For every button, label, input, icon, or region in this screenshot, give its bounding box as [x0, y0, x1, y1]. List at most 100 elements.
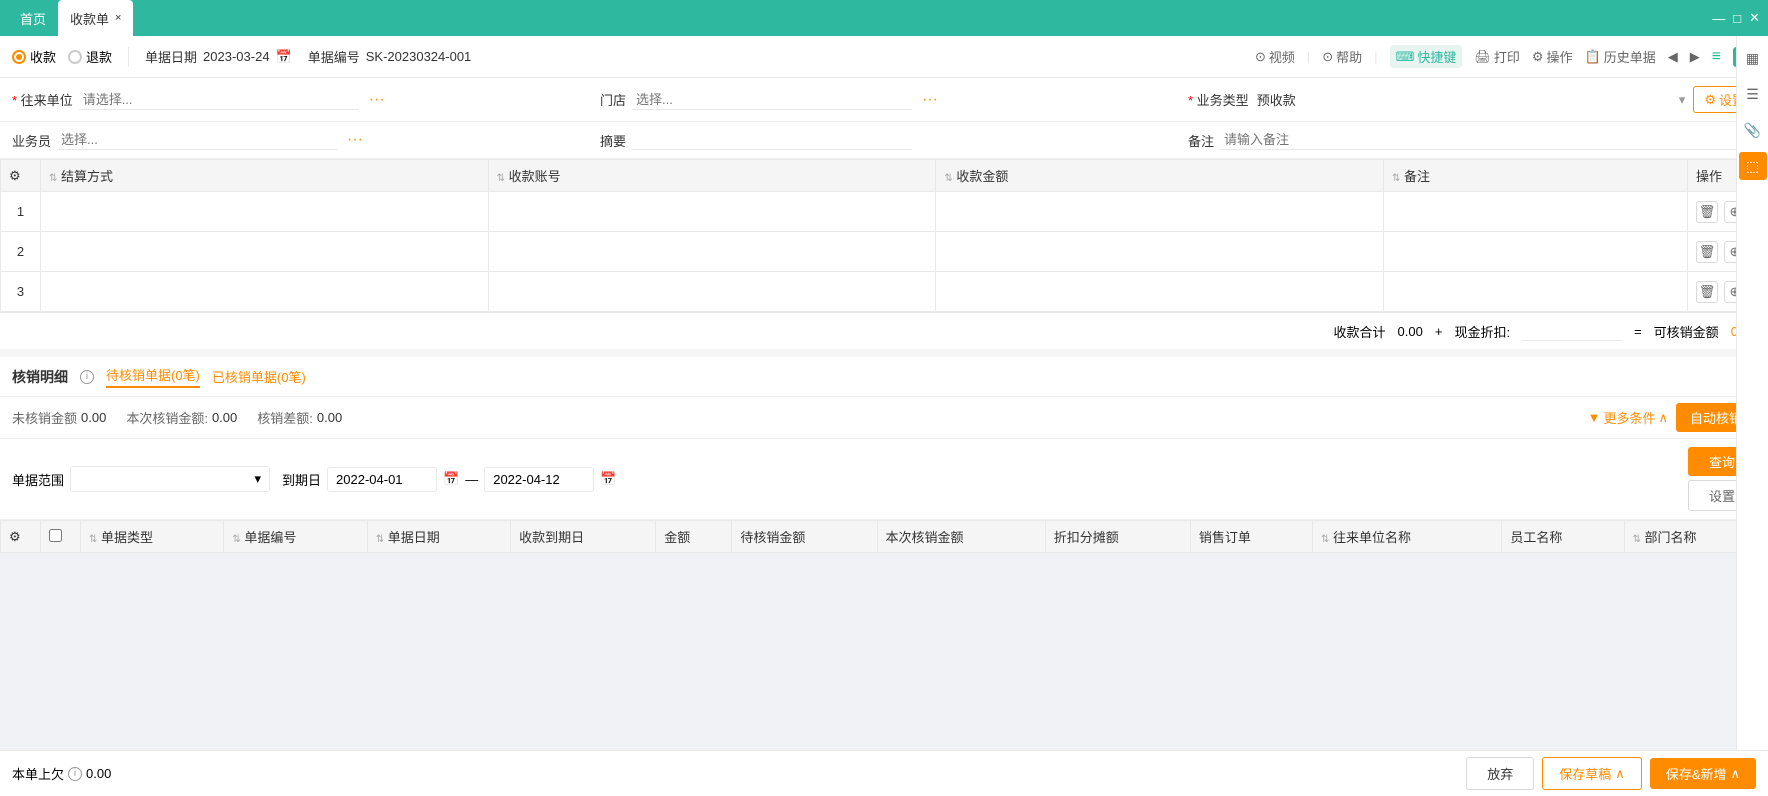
save-new-button[interactable]: 保存&新增 ∧	[1650, 758, 1756, 789]
tab-receipt[interactable]: 收款单 ×	[58, 0, 133, 36]
more-conditions-label: 更多条件	[1603, 408, 1655, 427]
sidebar-icon-doc[interactable]: ☰	[1739, 80, 1767, 108]
cell-account-3[interactable]	[488, 272, 936, 312]
cell-remark-2[interactable]	[1383, 232, 1687, 272]
summary-input[interactable]	[632, 130, 912, 150]
minimize-btn[interactable]: —	[1712, 11, 1725, 26]
cell-account-1[interactable]	[488, 192, 936, 232]
list-view-btn[interactable]: ≡	[1712, 48, 1721, 66]
video-btn[interactable]: ⊙ 视频	[1255, 47, 1295, 66]
date-label: 单据日期	[145, 47, 197, 66]
bottom-col-pending: 待核销金额	[732, 521, 877, 553]
customer-more-icon[interactable]: ···	[369, 91, 385, 109]
store-input[interactable]	[632, 90, 912, 110]
sidebar-icon-table[interactable]: ▦	[1739, 44, 1767, 72]
filter-row: 单据范围 ▾ 到期日 📅 — 📅 查询 设置	[0, 439, 1768, 520]
summary-label: 摘要	[600, 131, 626, 150]
biz-type-arrow-icon[interactable]: ▾	[1679, 92, 1686, 108]
save-draft-button[interactable]: 保存草稿 ∧	[1542, 757, 1642, 790]
history-btn[interactable]: 📋 历史单据	[1585, 47, 1656, 66]
store-more-icon[interactable]: ···	[922, 91, 938, 109]
remark-label: 备注	[1188, 131, 1214, 150]
shortcut-btn[interactable]: ⌨ 快捷键	[1390, 45, 1463, 68]
maximize-btn[interactable]: □	[1733, 11, 1741, 26]
staff-more-icon[interactable]: ···	[347, 131, 363, 149]
settings-gear-icon: ⚙	[1704, 92, 1716, 108]
verification-header: 核销明细 i 待核销单据(0笔) 已核销单据(0笔)	[0, 357, 1768, 397]
cell-remark-3[interactable]	[1383, 272, 1687, 312]
close-btn[interactable]: ✕	[1749, 10, 1760, 26]
date-start-input[interactable]	[327, 467, 437, 492]
col-settings[interactable]: ⚙	[1, 160, 41, 192]
table-row: 3 🗑 ⊕	[1, 272, 1768, 312]
discount-input[interactable]	[1522, 321, 1622, 341]
unverified-stat: 未核销金额 0.00	[12, 408, 106, 427]
sidebar-icon-crop[interactable]: ⬚	[1739, 152, 1767, 180]
cell-amount-2[interactable]	[936, 232, 1384, 272]
delete-row-btn-3[interactable]: 🗑	[1696, 281, 1718, 303]
summary-row: 收款合计 0.00 + 现金折扣: = 可核销金额 0.00	[0, 312, 1768, 349]
tab-close-icon[interactable]: ×	[115, 12, 121, 24]
sort-icon: ⇅	[49, 173, 57, 184]
more-conditions-btn[interactable]: ▼ 更多条件 ∧	[1588, 408, 1668, 427]
pending-tab[interactable]: 待核销单据(0笔)	[106, 365, 200, 388]
sidebar-icon-attach[interactable]: 📎	[1739, 116, 1767, 144]
refund-radio-dot	[68, 50, 82, 64]
biz-type-value[interactable]: 预收款	[1257, 90, 1296, 109]
range-select[interactable]: ▾	[70, 466, 270, 492]
staff-input[interactable]	[57, 130, 337, 150]
bottom-col-checkbox[interactable]	[41, 521, 81, 553]
delete-row-btn-1[interactable]: 🗑	[1696, 201, 1718, 223]
diff-stat: 核销差额: 0.00	[257, 408, 342, 427]
range-filter: 单据范围 ▾	[12, 466, 270, 492]
sort-icon-a: ⇅	[89, 534, 97, 545]
cell-payment-1[interactable]	[41, 192, 489, 232]
save-draft-arrow-icon: ∧	[1615, 766, 1625, 782]
docnum-value[interactable]: SK-20230324-001	[366, 49, 472, 64]
range-select-arrow: ▾	[254, 471, 261, 487]
table-row: 1 🗑 ⊕	[1, 192, 1768, 232]
print-btn[interactable]: 🖨 打印	[1474, 47, 1520, 66]
abandon-button[interactable]: 放弃	[1466, 757, 1534, 790]
toolbar: 收款 退款 单据日期 2023-03-24 📅 单据编号 SK-20230324…	[0, 36, 1768, 78]
table-row: 2 🗑 ⊕	[1, 232, 1768, 272]
toolbar-right-actions: ⊙ 视频 | ⊙ 帮助 | ⌨ 快捷键 🖨 打印 ⚙ 操作 📋 历史单据 ◀ ▶…	[1255, 45, 1756, 68]
filter-icon: ▼	[1588, 410, 1601, 425]
form-row-1: 往来单位 ··· 门店 ··· 业务类型 预收款 ▾ ⚙ 设置	[0, 78, 1768, 122]
prev-btn[interactable]: ◀	[1668, 49, 1678, 65]
select-all-checkbox[interactable]	[49, 529, 62, 542]
done-tab[interactable]: 已核销单据(0笔)	[212, 367, 306, 386]
calendar-icon[interactable]: 📅	[276, 49, 292, 65]
row-num-1: 1	[1, 192, 41, 232]
bottom-col-settings[interactable]: ⚙	[1, 521, 41, 553]
cell-remark-1[interactable]	[1383, 192, 1687, 232]
date-value[interactable]: 2023-03-24	[203, 49, 270, 64]
date-end-input[interactable]	[484, 467, 594, 492]
remark-input[interactable]	[1220, 130, 1756, 150]
footer-info-icon[interactable]: i	[68, 767, 82, 781]
customer-input[interactable]	[79, 90, 359, 110]
delete-row-btn-2[interactable]: 🗑	[1696, 241, 1718, 263]
current-stat: 本次核销金额: 0.00	[126, 408, 237, 427]
cell-payment-2[interactable]	[41, 232, 489, 272]
right-sidebar: ▦ ☰ 📎 ⬚	[1736, 36, 1768, 750]
sort-icon-b: ⇅	[232, 534, 240, 545]
cell-amount-1[interactable]	[936, 192, 1384, 232]
receipt-table-container: ⚙ ⇅ 结算方式 ⇅ 收款账号 ⇅ 收款金额 ⇅	[0, 159, 1768, 312]
verification-info-icon[interactable]: i	[80, 370, 94, 384]
operation-btn[interactable]: ⚙ 操作	[1532, 47, 1573, 66]
receipt-radio[interactable]: 收款	[12, 47, 56, 66]
sort-icon2: ⇅	[497, 173, 505, 184]
calendar-end-icon[interactable]: 📅	[600, 471, 616, 487]
cell-amount-3[interactable]	[936, 272, 1384, 312]
receipt-radio-dot	[12, 50, 26, 64]
refund-radio[interactable]: 退款	[68, 47, 112, 66]
calendar-start-icon[interactable]: 📅	[443, 471, 459, 487]
help-btn[interactable]: ⊙ 帮助	[1322, 47, 1362, 66]
tab-home[interactable]: 首页	[8, 0, 58, 36]
tab-home-label: 首页	[20, 9, 46, 28]
cell-payment-3[interactable]	[41, 272, 489, 312]
staff-field: 业务员 ···	[12, 130, 580, 150]
next-btn[interactable]: ▶	[1690, 49, 1700, 65]
cell-account-2[interactable]	[488, 232, 936, 272]
